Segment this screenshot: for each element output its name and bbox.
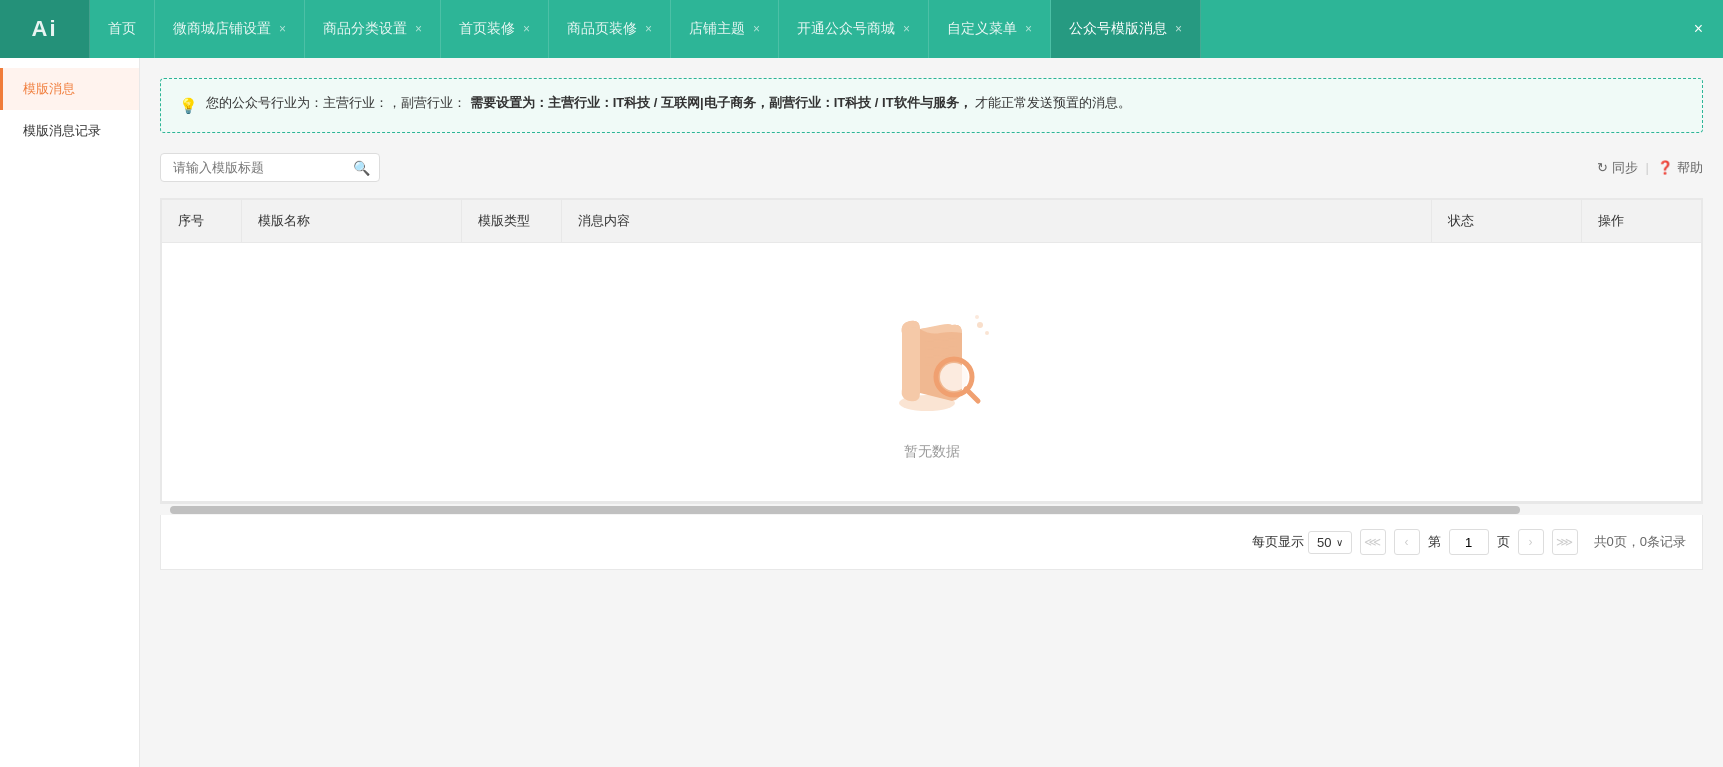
divider: | xyxy=(1646,160,1649,175)
tab-home[interactable]: 首页 xyxy=(90,0,155,58)
search-bar: 🔍 ↻ 同步 | ❓ 帮助 xyxy=(160,153,1703,182)
page-label-after: 页 xyxy=(1497,533,1510,551)
col-header-action: 操作 xyxy=(1582,200,1702,243)
main-layout: 模版消息 模版消息记录 💡 您的公众号行业为：主营行业：，副营行业： 需要设置为… xyxy=(0,58,1723,767)
prev-page-button[interactable]: ‹ xyxy=(1394,529,1420,555)
svg-line-7 xyxy=(966,389,978,401)
top-tab-bar: Ai 首页 微商城店铺设置 × 商品分类设置 × 首页装修 × 商品页装修 × … xyxy=(0,0,1723,58)
next-page-button[interactable]: › xyxy=(1518,529,1544,555)
sidebar-item-template-msg-record[interactable]: 模版消息记录 xyxy=(0,110,139,152)
horizontal-scrollbar[interactable] xyxy=(160,503,1703,515)
data-table: 序号 模版名称 模版类型 消息内容 状态 xyxy=(161,199,1702,502)
close-tab-open-mall[interactable]: × xyxy=(903,22,910,36)
close-tab-store-theme[interactable]: × xyxy=(753,22,760,36)
sidebar-item-template-msg[interactable]: 模版消息 xyxy=(0,68,139,110)
scrollbar-thumb[interactable] xyxy=(170,506,1520,514)
close-tab-template-msg[interactable]: × xyxy=(1175,22,1182,36)
empty-icon xyxy=(872,303,992,423)
page-size-select: 每页显示 50 ∨ xyxy=(1252,531,1351,554)
sidebar: 模版消息 模版消息记录 xyxy=(0,58,140,767)
tab-micro-shop[interactable]: 微商城店铺设置 × xyxy=(155,0,305,58)
app-logo: Ai xyxy=(0,0,90,58)
tab-product-decor[interactable]: 商品页装修 × xyxy=(549,0,671,58)
col-header-content: 消息内容 xyxy=(562,200,1432,243)
col-header-index: 序号 xyxy=(162,200,242,243)
pagination: 每页显示 50 ∨ ⋘ ‹ 第 页 › ⋙ 共0页，0条记录 xyxy=(160,515,1703,570)
tab-store-theme[interactable]: 店铺主题 × xyxy=(671,0,779,58)
tab-custom-menu[interactable]: 自定义菜单 × xyxy=(929,0,1051,58)
page-size-dropdown[interactable]: 50 ∨ xyxy=(1308,531,1351,554)
table-header-row: 序号 模版名称 模版类型 消息内容 状态 xyxy=(162,200,1702,243)
close-tab-home-decor[interactable]: × xyxy=(523,22,530,36)
svg-point-9 xyxy=(985,331,989,335)
total-info: 共0页，0条记录 xyxy=(1594,533,1686,551)
svg-point-10 xyxy=(975,315,979,319)
close-tab-micro-shop[interactable]: × xyxy=(279,22,286,36)
notice-text: 您的公众号行业为：主营行业：，副营行业： 需要设置为：主营行业：IT科技 / 互… xyxy=(206,93,1131,114)
content-area: 💡 您的公众号行业为：主营行业：，副营行业： 需要设置为：主营行业：IT科技 /… xyxy=(140,58,1723,767)
last-page-button[interactable]: ⋙ xyxy=(1552,529,1578,555)
col-header-name: 模版名称 xyxy=(242,200,462,243)
tab-home-decor[interactable]: 首页装修 × xyxy=(441,0,549,58)
svg-point-6 xyxy=(940,363,968,391)
current-page-input[interactable] xyxy=(1449,529,1489,555)
close-tab-product-category[interactable]: × xyxy=(415,22,422,36)
close-all-tabs-button[interactable]: × xyxy=(1674,0,1723,58)
search-input[interactable] xyxy=(160,153,380,182)
page-size-label: 每页显示 xyxy=(1252,533,1304,551)
empty-state-row: 暂无数据 xyxy=(162,243,1702,502)
search-right: ↻ 同步 | ❓ 帮助 xyxy=(1597,159,1703,177)
search-input-wrap: 🔍 xyxy=(160,153,380,182)
page-size-value: 50 xyxy=(1317,535,1331,550)
tab-open-mall[interactable]: 开通公众号商城 × xyxy=(779,0,929,58)
col-header-status: 状态 xyxy=(1432,200,1582,243)
empty-state-cell: 暂无数据 xyxy=(162,243,1702,502)
help-icon: ❓ xyxy=(1657,160,1673,175)
notice-icon: 💡 xyxy=(179,94,198,118)
col-header-type: 模版类型 xyxy=(462,200,562,243)
tab-product-category[interactable]: 商品分类设置 × xyxy=(305,0,441,58)
search-left: 🔍 xyxy=(160,153,380,182)
close-tab-product-decor[interactable]: × xyxy=(645,22,652,36)
empty-text: 暂无数据 xyxy=(162,443,1701,461)
chevron-down-icon: ∨ xyxy=(1336,537,1343,548)
help-button[interactable]: ❓ 帮助 xyxy=(1657,159,1703,177)
svg-point-8 xyxy=(977,322,983,328)
page-label-before: 第 xyxy=(1428,533,1441,551)
close-tab-custom-menu[interactable]: × xyxy=(1025,22,1032,36)
empty-state: 暂无数据 xyxy=(162,243,1701,501)
table-container: 序号 模版名称 模版类型 消息内容 状态 xyxy=(160,198,1703,503)
notice-box: 💡 您的公众号行业为：主营行业：，副营行业： 需要设置为：主营行业：IT科技 /… xyxy=(160,78,1703,133)
tab-template-msg[interactable]: 公众号模版消息 × xyxy=(1051,0,1201,58)
first-page-button[interactable]: ⋘ xyxy=(1360,529,1386,555)
sync-icon: ↻ xyxy=(1597,160,1608,175)
sync-button[interactable]: ↻ 同步 xyxy=(1597,159,1638,177)
search-icon[interactable]: 🔍 xyxy=(353,160,370,176)
